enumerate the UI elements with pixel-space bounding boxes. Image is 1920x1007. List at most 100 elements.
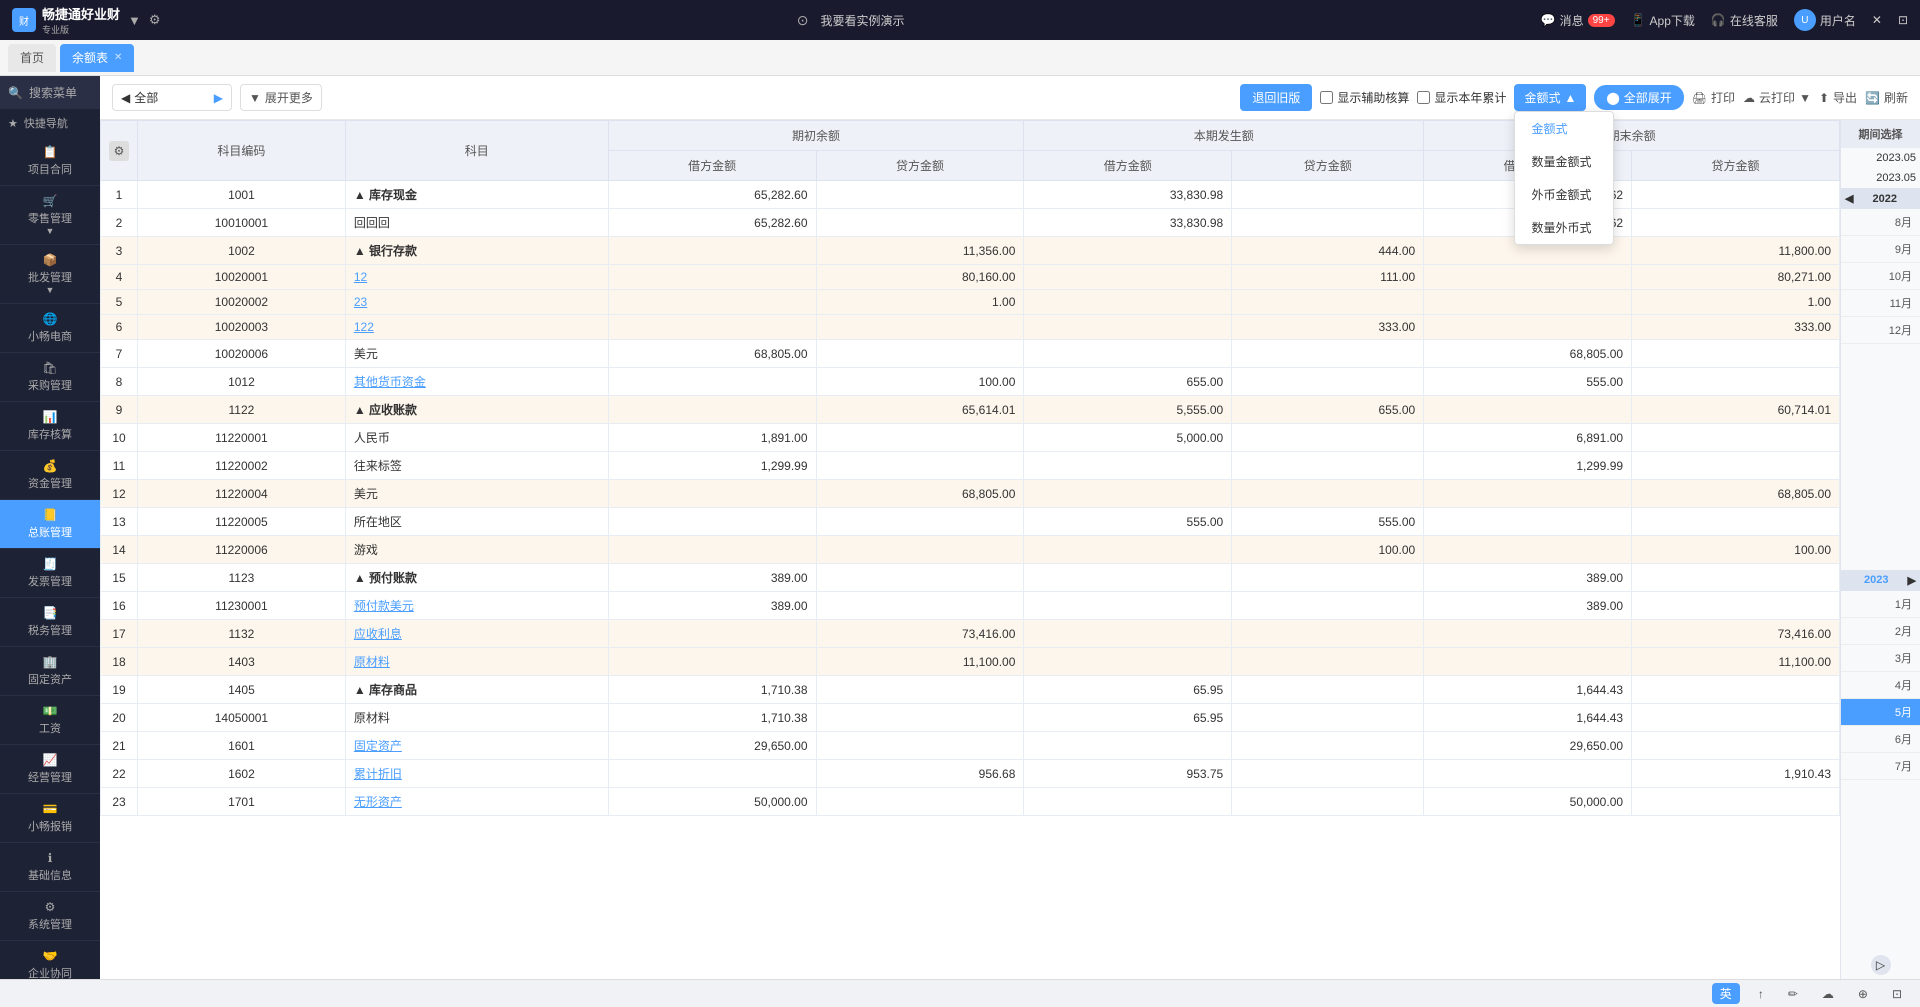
sidebar-search[interactable]: 🔍 搜索菜单	[0, 76, 100, 109]
month-2022-12[interactable]: 12月	[1841, 317, 1920, 344]
month-2023-02[interactable]: 2月	[1841, 618, 1920, 645]
month-2023-07[interactable]: 7月	[1841, 753, 1920, 780]
row-seq-10: 10	[101, 424, 138, 452]
row-subject-18[interactable]: 原材料	[345, 648, 608, 676]
tab-home[interactable]: 首页	[8, 44, 56, 72]
sidebar-item-inventory[interactable]: 📊 库存核算	[0, 402, 100, 451]
sidebar-item-ecommerce-label: 小畅电商	[8, 328, 92, 344]
row-subject-22[interactable]: 累计折旧	[345, 760, 608, 788]
next-year-2023-btn[interactable]: ▶	[1908, 574, 1916, 587]
dropdown-item-amount[interactable]: 金额式	[1515, 112, 1613, 145]
bottom-grid-btn[interactable]: ⊡	[1886, 985, 1908, 1003]
expand-more-btn[interactable]: ▼ 展开更多	[240, 84, 322, 111]
col-settings-header[interactable]: ⚙	[101, 121, 138, 181]
window-expand-btn[interactable]: ⊡	[1898, 13, 1908, 27]
print-btn[interactable]: 🖨 打印	[1692, 89, 1735, 106]
bottom-cloud-btn[interactable]: ☁	[1816, 985, 1840, 1003]
row-opening-debit-15: 389.00	[608, 564, 816, 592]
table-row: 5 10020002 23 1.00 1.00	[101, 290, 1840, 315]
sidebar-item-basic[interactable]: ℹ 基础信息	[0, 843, 100, 892]
row-subject-21[interactable]: 固定资产	[345, 732, 608, 760]
cloud-print-btn[interactable]: ☁ 云打印 ▼	[1743, 89, 1811, 106]
sidebar-item-capital[interactable]: 💰 资金管理	[0, 451, 100, 500]
row-subject-5[interactable]: 23	[345, 290, 608, 315]
sidebar-item-operations[interactable]: 📈 经营管理	[0, 745, 100, 794]
sidebar-item-tax[interactable]: 📑 税务管理	[0, 598, 100, 647]
refresh-btn[interactable]: 🔄 刷新	[1865, 89, 1908, 106]
month-2023-06[interactable]: 6月	[1841, 726, 1920, 753]
bottom-add-btn[interactable]: ⊕	[1852, 985, 1874, 1003]
demo-text[interactable]: 我要看实例演示	[820, 12, 904, 29]
user-avatar[interactable]: U 用户名	[1794, 9, 1856, 31]
row-subject-16[interactable]: 预付款美元	[345, 592, 608, 620]
back-old-btn[interactable]: 退回旧版	[1240, 84, 1312, 111]
month-2023-03[interactable]: 3月	[1841, 645, 1920, 672]
month-2023-04[interactable]: 4月	[1841, 672, 1920, 699]
sidebar-item-sales[interactable]: 💳 小畅报销	[0, 794, 100, 843]
row-period-credit-2	[1232, 209, 1424, 237]
row-period-credit-5	[1232, 290, 1424, 315]
ecommerce-icon: 🌐	[8, 312, 92, 326]
month-2022-08[interactable]: 8月	[1841, 209, 1920, 236]
sidebar-item-purchase[interactable]: 🛍 采购管理	[0, 353, 100, 402]
row-opening-debit-7: 68,805.00	[608, 340, 816, 368]
prev-year-btn[interactable]: ◀	[1845, 192, 1853, 205]
sidebar-nav-shortcut[interactable]: ★ 快捷导航	[0, 109, 100, 137]
sidebar-item-cooperation[interactable]: 🤝 企业协同	[0, 941, 100, 979]
month-2022-10[interactable]: 10月	[1841, 263, 1920, 290]
amount-mode-btn[interactable]: 金额式 ▲	[1514, 84, 1586, 111]
collapse-icon[interactable]: ▷	[1871, 955, 1891, 975]
show-assist-check[interactable]: 显示辅助核算	[1320, 89, 1409, 106]
expand-all-btn[interactable]: ⬤ 全部展开	[1594, 85, 1683, 110]
settings-icon-top[interactable]: ⚙	[149, 12, 161, 28]
sidebar-item-wholesale[interactable]: 📦 批发管理 ▼	[0, 245, 100, 304]
dropdown-item-qty-amount[interactable]: 数量金额式	[1515, 145, 1613, 178]
row-code-15: 1123	[138, 564, 346, 592]
online-service-btn[interactable]: 🎧 在线客服	[1711, 12, 1778, 29]
export-btn[interactable]: ⬆ 导出	[1819, 89, 1857, 106]
row-subject-6[interactable]: 122	[345, 315, 608, 340]
sidebar-item-payroll[interactable]: 💵 工资	[0, 696, 100, 745]
month-2023-01[interactable]: 1月	[1841, 591, 1920, 618]
row-subject-17[interactable]: 应收利息	[345, 620, 608, 648]
table-container[interactable]: ⚙ 科目编码 科目 期初余额 本期发生额 期末余额 借方金额 贷方金额 借方金额	[100, 120, 1840, 979]
tab-balance[interactable]: 余额表 ✕	[60, 44, 134, 72]
show-ytd-check[interactable]: 显示本年累计	[1417, 89, 1506, 106]
row-closing-debit-7: 68,805.00	[1424, 340, 1632, 368]
month-2022-09[interactable]: 9月	[1841, 236, 1920, 263]
row-opening-credit-2	[816, 209, 1024, 237]
company-selector-btn[interactable]: ▼	[128, 13, 141, 28]
subject-search-box[interactable]: ◀ 全部 ▶	[112, 84, 232, 111]
app-download-btn[interactable]: 📱 App下载	[1631, 12, 1695, 29]
sidebar-item-invoice[interactable]: 🧾 发票管理	[0, 549, 100, 598]
sidebar-item-general[interactable]: 📒 总账管理	[0, 500, 100, 549]
sidebar-item-retail[interactable]: 🛒 零售管理 ▼	[0, 186, 100, 245]
bottom-up-btn[interactable]: ↑	[1752, 985, 1770, 1003]
row-subject-4[interactable]: 12	[345, 265, 608, 290]
message-btn[interactable]: 💬 消息 99+	[1541, 12, 1615, 29]
row-closing-credit-21	[1632, 732, 1840, 760]
row-period-credit-10	[1232, 424, 1424, 452]
bottom-edit-btn[interactable]: ✏	[1782, 985, 1804, 1003]
month-2023-05[interactable]: 5月	[1841, 699, 1920, 726]
table-settings-icon[interactable]: ⚙	[109, 141, 129, 161]
show-ytd-checkbox[interactable]	[1417, 91, 1430, 104]
panel-collapse-btn[interactable]: ▷	[1841, 951, 1920, 979]
row-subject-8[interactable]: 其他货币资金	[345, 368, 608, 396]
search-left-icon: ◀	[121, 91, 130, 105]
window-close-btn[interactable]: ✕	[1872, 13, 1882, 27]
sidebar-item-assets[interactable]: 🏢 固定资产	[0, 647, 100, 696]
tab-close-btn[interactable]: ✕	[114, 52, 122, 63]
row-opening-credit-17: 73,416.00	[816, 620, 1024, 648]
row-subject-23[interactable]: 无形资产	[345, 788, 608, 816]
row-period-credit-13: 555.00	[1232, 508, 1424, 536]
row-closing-credit-2	[1632, 209, 1840, 237]
show-assist-checkbox[interactable]	[1320, 91, 1333, 104]
dropdown-item-foreign-amount[interactable]: 外币金额式	[1515, 178, 1613, 211]
month-2022-11[interactable]: 11月	[1841, 290, 1920, 317]
sidebar-item-ecommerce[interactable]: 🌐 小畅电商	[0, 304, 100, 353]
sidebar-item-project[interactable]: 📋 项目合同	[0, 137, 100, 186]
dropdown-item-qty-foreign[interactable]: 数量外币式	[1515, 211, 1613, 244]
sidebar-item-system[interactable]: ⚙ 系统管理	[0, 892, 100, 941]
lang-switch-btn[interactable]: 英	[1712, 983, 1740, 1004]
